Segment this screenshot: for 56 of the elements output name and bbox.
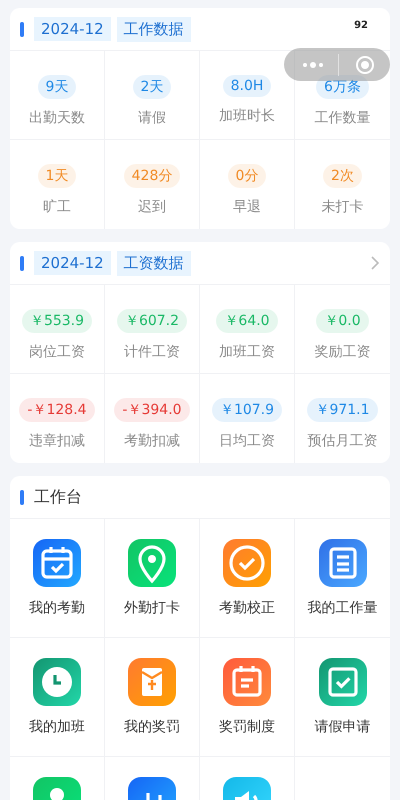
stat-label: 加班工资: [219, 343, 275, 361]
stat-value: 1天: [38, 164, 76, 188]
chevron-right-icon[interactable]: [370, 255, 380, 271]
stat-value: 2次: [323, 164, 362, 188]
stat-value: 2天: [132, 75, 172, 99]
calendar-icon[interactable]: [223, 658, 271, 706]
stat-label: 岗位工资: [29, 343, 85, 361]
stat-label: 考勤扣减: [124, 432, 180, 450]
tool-label[interactable]: 我的加班: [29, 718, 85, 736]
stat-value: 8.0H: [222, 75, 272, 97]
stat-label: 出勤天数: [29, 109, 85, 127]
close-icon[interactable]: [355, 54, 375, 74]
stat-value: ￥64.0: [216, 309, 278, 333]
section-title: 工作数据: [116, 16, 191, 42]
checkbox-icon[interactable]: [318, 658, 366, 706]
stat-value: ￥107.9: [212, 398, 282, 422]
stat-value: 428分: [124, 164, 180, 188]
tool-label[interactable]: 考勤校正: [219, 599, 275, 617]
stat-label: 工作数量: [314, 109, 370, 127]
tool-label[interactable]: 我的奖罚: [124, 718, 180, 736]
section-title: 工资数据: [116, 250, 191, 276]
stat-label: 旷工: [43, 198, 71, 216]
stat-value: ￥971.1: [307, 398, 378, 422]
stat-label: 未打卡: [322, 198, 364, 216]
stat-label: 迟到: [138, 198, 166, 216]
stat-value: 9天: [38, 75, 76, 99]
stat-value: ￥607.2: [116, 309, 188, 333]
section-title: 工作台: [34, 486, 82, 508]
tool-label[interactable]: 我的考勤: [29, 599, 85, 617]
stat-value: ￥553.9: [22, 309, 92, 333]
date-tag: 2024-12: [34, 17, 111, 41]
document-icon[interactable]: [318, 539, 366, 587]
location-pin-icon[interactable]: [128, 539, 176, 587]
tool-label[interactable]: 外勤打卡: [124, 599, 180, 617]
stat-label: 计件工资: [124, 343, 180, 361]
stat-label: 日均工资: [219, 432, 275, 450]
stat-value: ￥0.0: [316, 309, 369, 333]
calendar-check-icon[interactable]: [33, 539, 81, 587]
stat-label: 请假: [138, 109, 166, 127]
tool-label[interactable]: 奖罚制度: [219, 718, 275, 736]
tool-label[interactable]: 我的工作量: [308, 599, 378, 617]
stat-label: 早退: [233, 198, 261, 216]
stat-label: 预估月工资: [308, 432, 378, 450]
stat-value: 0分: [228, 164, 266, 188]
counter-text: 92: [354, 20, 368, 31]
clock-icon[interactable]: [33, 658, 81, 706]
stat-value: -￥128.4: [19, 398, 95, 422]
stat-label: 违章扣减: [29, 432, 85, 450]
date-tag: 2024-12: [34, 251, 111, 275]
capsule-menu[interactable]: [284, 48, 390, 81]
stat-label: 加班时长: [219, 107, 275, 125]
stat-value: -￥394.0: [114, 398, 190, 422]
stat-label: 奖励工资: [314, 343, 370, 361]
tool-label[interactable]: 请假申请: [314, 718, 370, 736]
envelope-icon[interactable]: [128, 658, 176, 706]
more-icon[interactable]: [302, 60, 324, 68]
